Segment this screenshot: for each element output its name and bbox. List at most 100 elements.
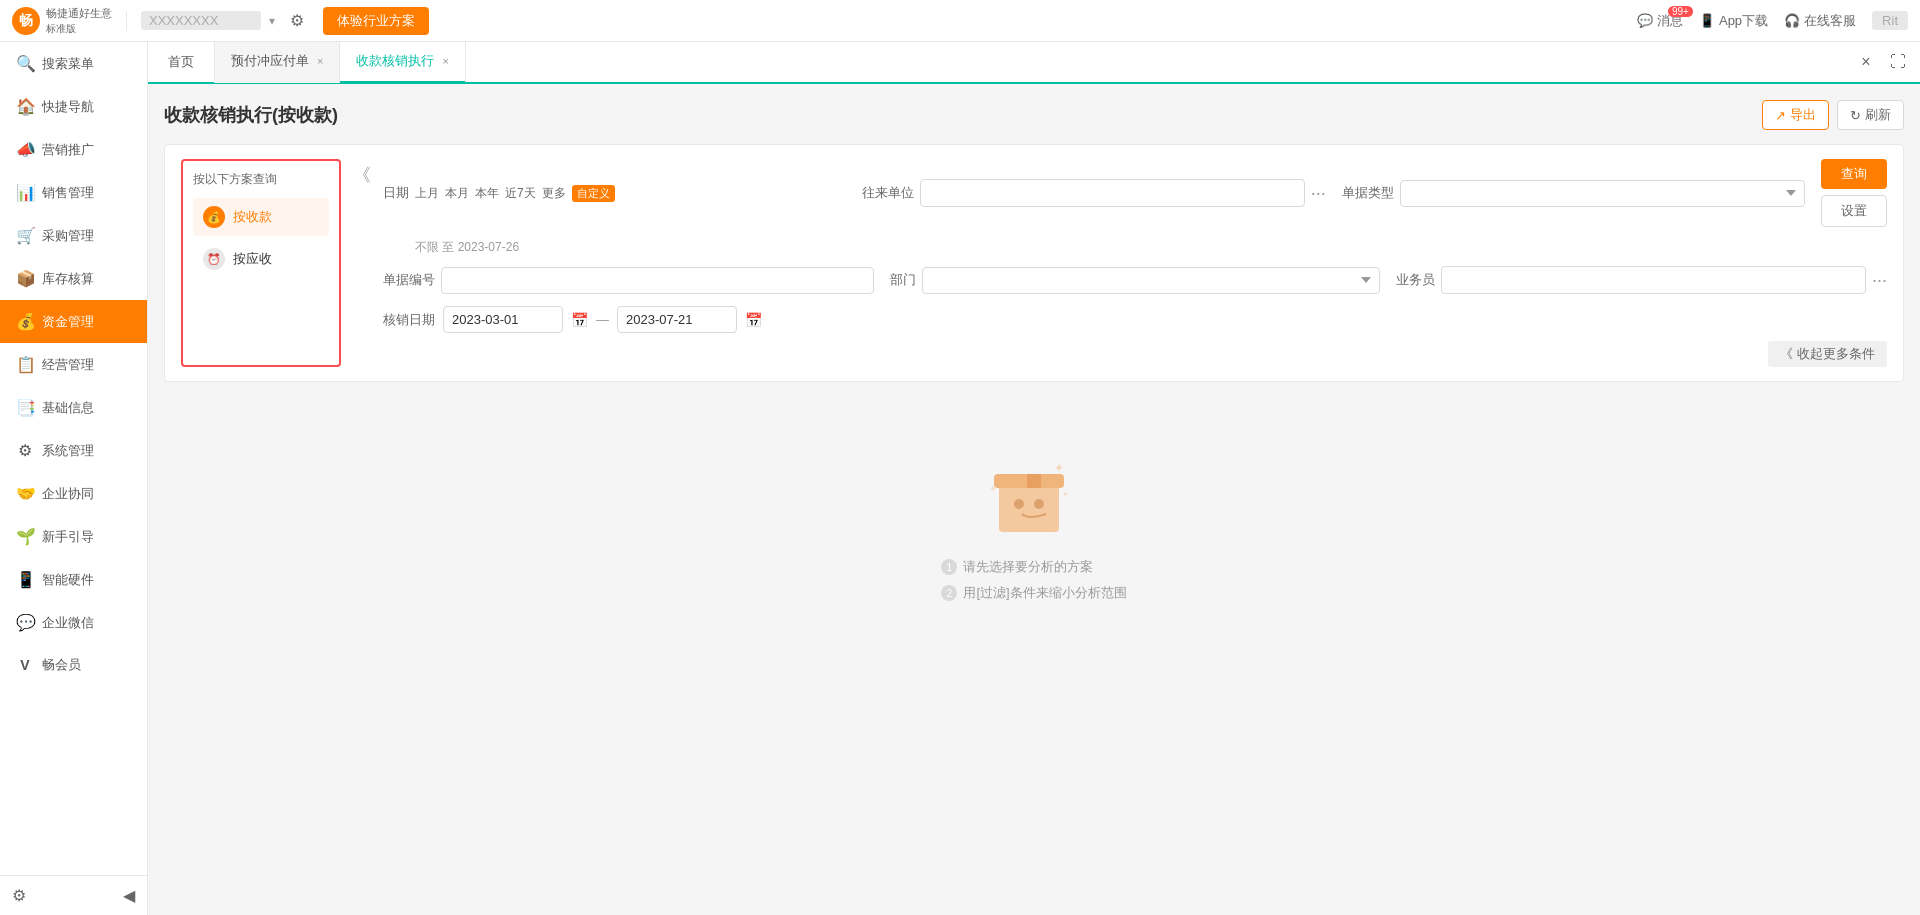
- dept-select[interactable]: [922, 267, 1381, 294]
- sidebar-label-inventory: 库存核算: [42, 270, 94, 288]
- bill-type-label: 单据类型: [1342, 184, 1394, 202]
- finance-icon: 💰: [16, 312, 34, 331]
- sidebar-item-member[interactable]: V 畅会员: [0, 644, 147, 686]
- top-bar-right: 💬 消息 99+ 📱 App下载 🎧 在线客服 Rit: [1637, 11, 1908, 30]
- salesperson-dots[interactable]: ···: [1872, 270, 1887, 291]
- svg-point-4: [1034, 499, 1044, 509]
- filter-option-by-receipt[interactable]: 💰 按收款: [193, 198, 329, 236]
- search-icon: 🔍: [16, 54, 34, 73]
- counterpart-field-group: 往来单位 ···: [862, 179, 1325, 207]
- svg-text:✦: ✦: [1054, 461, 1064, 475]
- sidebar-item-operations[interactable]: 📋 经营管理: [0, 343, 147, 386]
- svg-text:✦: ✦: [989, 483, 997, 494]
- salesperson-input[interactable]: [1441, 266, 1866, 294]
- sidebar-label-sales: 销售管理: [42, 184, 94, 202]
- sidebar-item-purchase[interactable]: 🛒 采购管理: [0, 214, 147, 257]
- solution-button[interactable]: 体验行业方案: [323, 7, 429, 35]
- tab-home[interactable]: 首页: [148, 42, 215, 83]
- verify-date-start-calendar-icon[interactable]: 📅: [571, 312, 588, 328]
- refresh-button[interactable]: ↻ 刷新: [1837, 100, 1904, 130]
- hint1-text: 请先选择要分析的方案: [963, 558, 1093, 576]
- sidebar-item-system[interactable]: ⚙ 系统管理: [0, 429, 147, 472]
- verify-date-row: 核销日期 📅 — 📅: [383, 306, 1887, 333]
- export-button[interactable]: ↗ 导出: [1762, 100, 1829, 130]
- hint2-num: 2: [941, 585, 957, 601]
- date-field-group: 日期 上月 本月 本年 近7天 更多 自定义: [383, 184, 846, 202]
- counterpart-label: 往来单位: [862, 184, 914, 202]
- dept-field-group: 部门: [890, 267, 1381, 294]
- date-btn-this-month[interactable]: 本月: [445, 185, 469, 202]
- sidebar-label-hardware: 智能硬件: [42, 571, 94, 589]
- content-area: 首页 预付冲应付单 × 收款核销执行 × × ⛶ 收款核销执行(按收款) ↗: [148, 42, 1920, 915]
- date-btn-more[interactable]: 更多: [542, 185, 566, 202]
- filter-scheme-title: 按以下方案查询: [193, 171, 329, 188]
- operations-icon: 📋: [16, 355, 34, 374]
- tab-bar-actions: × ⛶: [1852, 48, 1920, 76]
- tab-close-all-button[interactable]: ×: [1852, 48, 1880, 76]
- app-download-button[interactable]: 📱 App下载: [1699, 12, 1768, 30]
- sidebar-item-wechat[interactable]: 💬 企业微信: [0, 601, 147, 644]
- sidebar-label-collab: 企业协同: [42, 485, 94, 503]
- settings-icon[interactable]: ⚙: [283, 7, 311, 35]
- sidebar-item-sales[interactable]: 📊 销售管理: [0, 171, 147, 214]
- message-button[interactable]: 💬 消息 99+: [1637, 12, 1683, 30]
- sidebar-collapse-icon[interactable]: ◀: [123, 886, 135, 905]
- sidebar-item-quick-nav[interactable]: 🏠 快捷导航: [0, 85, 147, 128]
- tab-expand-button[interactable]: ⛶: [1884, 48, 1912, 76]
- tab-prepay-conflict[interactable]: 预付冲应付单 ×: [215, 42, 340, 83]
- dropdown-arrow-icon[interactable]: ▾: [269, 14, 275, 28]
- marketing-icon: 📣: [16, 140, 34, 159]
- tab-receivable-exec[interactable]: 收款核销执行 ×: [340, 42, 465, 83]
- tab-close-receivable[interactable]: ×: [442, 55, 448, 67]
- sidebar-item-basic-info[interactable]: 📑 基础信息: [0, 386, 147, 429]
- logo-icon: 畅: [12, 7, 40, 35]
- sidebar-item-inventory[interactable]: 📦 库存核算: [0, 257, 147, 300]
- counterpart-dots[interactable]: ···: [1311, 183, 1326, 204]
- date-btn-custom[interactable]: 自定义: [572, 185, 615, 202]
- sidebar-item-collab[interactable]: 🤝 企业协同: [0, 472, 147, 515]
- collapse-more-button[interactable]: 《 收起更多条件: [1768, 341, 1887, 367]
- main-layout: 🔍 搜索菜单 🏠 快捷导航 📣 营销推广 📊 销售管理 🛒 采购管理 📦 库存核…: [0, 42, 1920, 915]
- bill-type-select[interactable]: [1400, 180, 1805, 207]
- collapse-left-icon[interactable]: 《: [353, 163, 371, 187]
- verify-date-label: 核销日期: [383, 311, 435, 329]
- sales-icon: 📊: [16, 183, 34, 202]
- settings-button[interactable]: 设置: [1821, 195, 1887, 227]
- tab-receivable-label: 收款核销执行: [356, 52, 434, 70]
- date-btn-this-year[interactable]: 本年: [475, 185, 499, 202]
- sidebar-item-finance[interactable]: 💰 资金管理: [0, 300, 147, 343]
- sidebar-label-guide: 新手引导: [42, 528, 94, 546]
- filter-row-2: 单据编号 部门 业务员 ···: [383, 266, 1887, 294]
- sidebar-settings-icon[interactable]: ⚙: [12, 886, 26, 905]
- empty-hint-2: 2 用[过滤]条件来缩小分析范围: [941, 584, 1126, 602]
- sidebar-item-search-menu[interactable]: 🔍 搜索菜单: [0, 42, 147, 85]
- query-button[interactable]: 查询: [1821, 159, 1887, 189]
- sidebar-label-basic-info: 基础信息: [42, 399, 94, 417]
- sidebar-item-guide[interactable]: 🌱 新手引导: [0, 515, 147, 558]
- collapse-toggle[interactable]: 《: [353, 159, 371, 367]
- date-btn-prev-month[interactable]: 上月: [415, 185, 439, 202]
- verify-date-end-calendar-icon[interactable]: 📅: [745, 312, 762, 328]
- counterpart-input[interactable]: [920, 179, 1304, 207]
- sidebar-item-hardware[interactable]: 📱 智能硬件: [0, 558, 147, 601]
- sidebar-item-marketing[interactable]: 📣 营销推广: [0, 128, 147, 171]
- bill-no-input[interactable]: [441, 267, 874, 294]
- service-button[interactable]: 🎧 在线客服: [1784, 12, 1856, 30]
- hardware-icon: 📱: [16, 570, 34, 589]
- date-btn-7days[interactable]: 近7天: [505, 185, 536, 202]
- bill-no-field-group: 单据编号: [383, 267, 874, 294]
- receivable-option-label: 按应收: [233, 250, 272, 268]
- tab-close-prepay[interactable]: ×: [317, 55, 323, 67]
- message-badge: 99+: [1668, 6, 1693, 17]
- receipt-option-label: 按收款: [233, 208, 272, 226]
- user-info: Rit: [1872, 11, 1908, 30]
- verify-date-end-input[interactable]: [617, 306, 737, 333]
- filter-row-1: 日期 上月 本月 本年 近7天 更多 自定义 往来单位 ···: [383, 159, 1887, 227]
- sidebar-label-operations: 经营管理: [42, 356, 94, 374]
- filter-option-by-receivable[interactable]: ⏰ 按应收: [193, 240, 329, 278]
- divider: [126, 11, 127, 31]
- verify-date-start-input[interactable]: [443, 306, 563, 333]
- page-content: 收款核销执行(按收款) ↗ 导出 ↻ 刷新 按以下方案查询: [148, 84, 1920, 915]
- empty-svg: ✦ ✦ ✦: [984, 442, 1084, 542]
- receivable-option-icon: ⏰: [203, 248, 225, 270]
